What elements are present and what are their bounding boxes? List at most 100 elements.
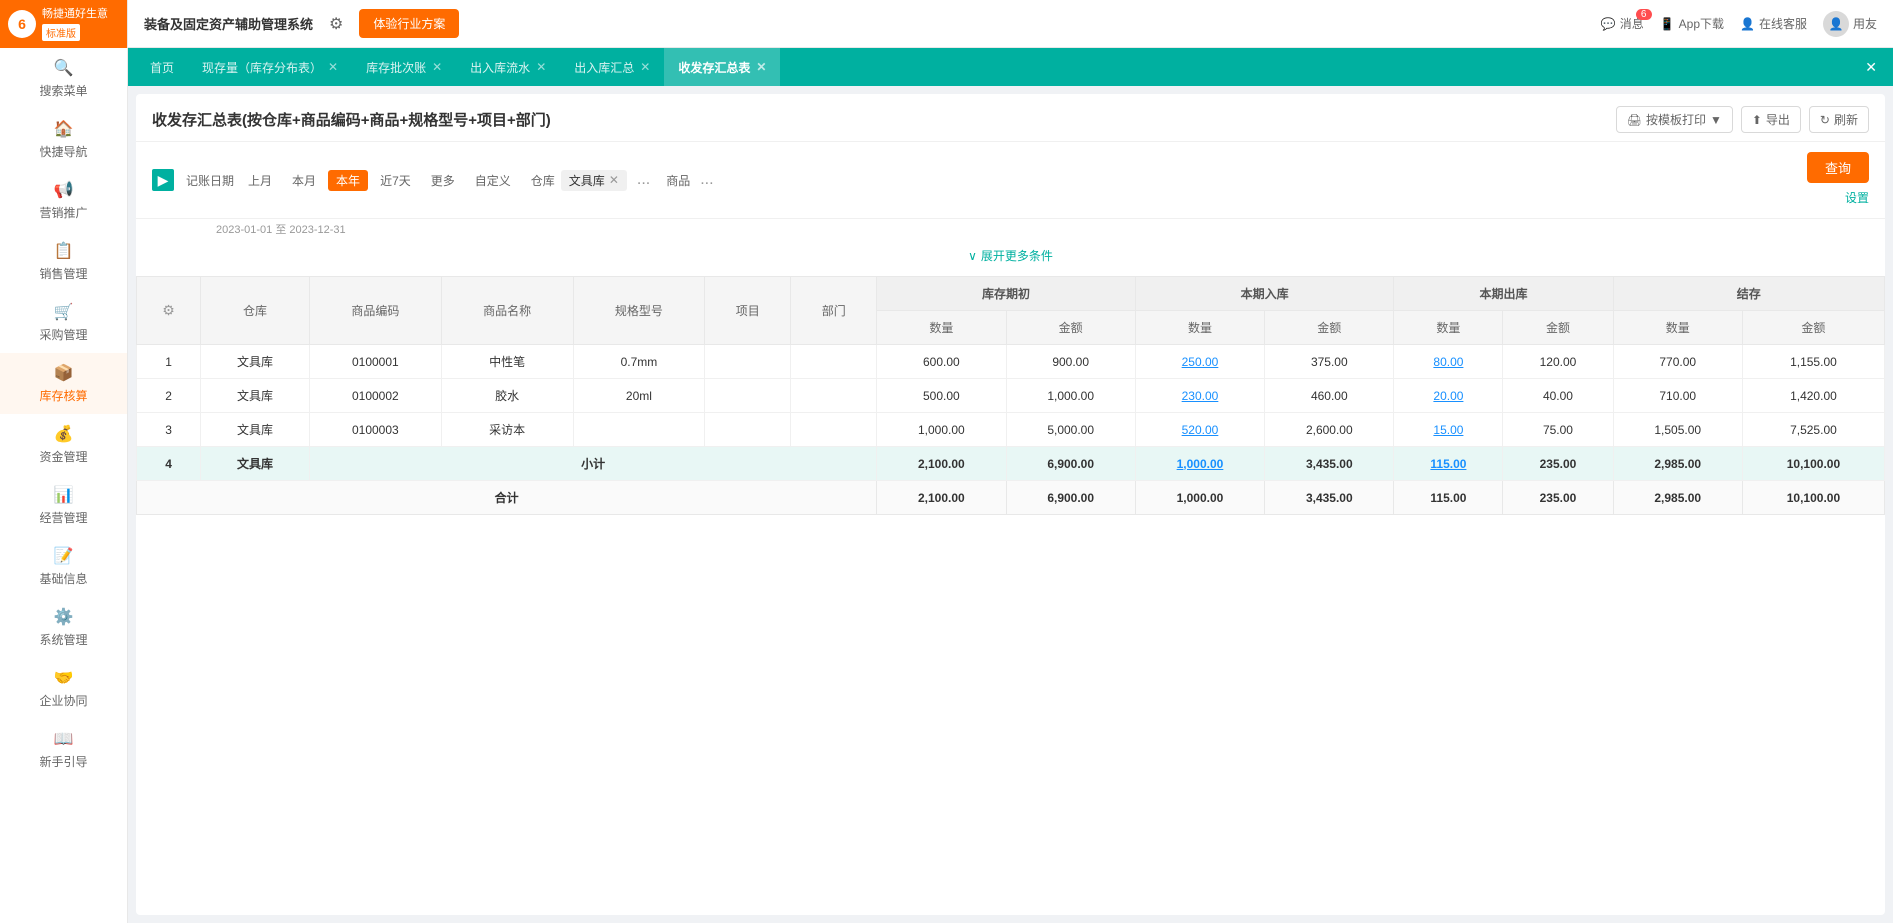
row2-project <box>705 379 791 413</box>
row2-out-qty-link[interactable]: 20.00 <box>1433 389 1463 403</box>
tab-home[interactable]: 首页 <box>136 48 188 86</box>
tab-bar-close-all[interactable]: ✕ <box>1857 59 1885 76</box>
col-closing-qty-header: 数量 <box>1613 311 1742 345</box>
sidebar-item-search[interactable]: 🔍 搜索菜单 <box>0 48 127 109</box>
row1-closing-qty: 770.00 <box>1613 345 1742 379</box>
tab-close-inventory-dist[interactable]: ✕ <box>328 60 338 74</box>
export-button[interactable]: ⬆ 导出 <box>1741 106 1801 133</box>
row1-warehouse: 文具库 <box>201 345 310 379</box>
goods-filter-group: 商品 ... <box>666 171 717 189</box>
query-button[interactable]: 查询 <box>1807 152 1869 183</box>
refresh-button[interactable]: ↻ 刷新 <box>1809 106 1869 133</box>
tab-close-receive-dispatch[interactable]: ✕ <box>756 60 766 74</box>
avatar-icon: 👤 <box>1829 17 1844 31</box>
system-title: 装备及固定资产辅助管理系统 <box>144 14 313 33</box>
experience-button[interactable]: 体验行业方案 <box>359 9 459 38</box>
tab-flow-label: 出入库流水 <box>470 59 530 76</box>
col-code-header: 商品编码 <box>309 277 441 345</box>
handshake-icon: 🤝 <box>54 668 74 688</box>
date-option-7days[interactable]: 近7天 <box>372 170 419 191</box>
message-button[interactable]: 💬 消息 6 <box>1601 15 1644 32</box>
row2-closing-amt: 1,420.00 <box>1742 379 1884 413</box>
row2-opening-amt: 1,000.00 <box>1006 379 1135 413</box>
col-in-amt-header: 金额 <box>1265 311 1394 345</box>
right-actions: 查询 设置 <box>1807 152 1869 208</box>
table-settings-icon[interactable]: ⚙ <box>137 277 201 345</box>
sidebar-item-finance[interactable]: 💰 资金管理 <box>0 414 127 475</box>
date-option-this-month[interactable]: 本月 <box>284 170 324 191</box>
expand-conditions-button[interactable]: ∨ 展开更多条件 <box>136 243 1885 268</box>
tab-inventory-dist-label: 现存量（库存分布表） <box>202 59 322 76</box>
row2-spec: 20ml <box>573 379 705 413</box>
sidebar-item-operation[interactable]: 📊 经营管理 <box>0 475 127 536</box>
col-closing-amt-header: 金额 <box>1742 311 1884 345</box>
row3-opening-qty: 1,000.00 <box>877 413 1006 447</box>
user-menu-button[interactable]: 👤 用友 <box>1823 11 1877 37</box>
table-row: 1 文具库 0100001 中性笔 0.7mm 600.00 900.00 25… <box>137 345 1885 379</box>
col-closing-header: 结存 <box>1613 277 1884 311</box>
header-right: 💬 消息 6 📱 App下载 👤 在线客服 👤 用友 <box>1601 11 1877 37</box>
date-filter-group: 记账日期 上月 本月 本年 近7天 更多 自定义 <box>186 170 519 191</box>
row3-out-qty-link[interactable]: 15.00 <box>1433 423 1463 437</box>
subtotal-out-qty-link[interactable]: 115.00 <box>1430 457 1466 471</box>
note-icon: 📝 <box>54 546 74 566</box>
sidebar-item-purchase[interactable]: 🛒 采购管理 <box>0 292 127 353</box>
print-button[interactable]: 🖨 按模板打印 ▼ <box>1616 106 1733 133</box>
sidebar-item-basic[interactable]: 📝 基础信息 <box>0 536 127 597</box>
date-option-custom[interactable]: 自定义 <box>467 170 519 191</box>
config-icon[interactable]: ⚙ <box>329 14 343 34</box>
row2-code: 0100002 <box>309 379 441 413</box>
subtotal-in-qty-link[interactable]: 1,000.00 <box>1177 457 1224 471</box>
row1-spec: 0.7mm <box>573 345 705 379</box>
date-option-last-month[interactable]: 上月 <box>240 170 280 191</box>
sidebar-item-quicknav[interactable]: 🏠 快捷导航 <box>0 109 127 170</box>
sidebar-item-guide[interactable]: 📖 新手引导 <box>0 719 127 780</box>
row1-in-qty-link[interactable]: 250.00 <box>1182 355 1219 369</box>
date-options: 上月 本月 本年 近7天 更多 自定义 <box>240 170 519 191</box>
tab-inventory-dist[interactable]: 现存量（库存分布表） ✕ <box>188 48 352 86</box>
col-spec-header: 规格型号 <box>573 277 705 345</box>
tab-close-batch[interactable]: ✕ <box>432 60 442 74</box>
filter-toggle-button[interactable]: ▶ <box>152 169 174 191</box>
row2-in-qty-link[interactable]: 230.00 <box>1182 389 1219 403</box>
subtotal-closing-amt: 10,100.00 <box>1742 447 1884 481</box>
app-download-button[interactable]: 📱 App下载 <box>1660 15 1724 32</box>
refresh-icon: ↻ <box>1820 113 1830 127</box>
date-option-more[interactable]: 更多 <box>423 170 463 191</box>
tab-close-flow[interactable]: ✕ <box>536 60 546 74</box>
sidebar-item-enterprise[interactable]: 🤝 企业协同 <box>0 658 127 719</box>
row1-in-qty: 250.00 <box>1135 345 1264 379</box>
sidebar-item-marketing[interactable]: 📢 营销推广 <box>0 170 127 231</box>
goods-more-button[interactable]: ... <box>696 171 717 189</box>
sidebar-label-quicknav: 快捷导航 <box>39 143 87 160</box>
sidebar-item-system[interactable]: ⚙️ 系统管理 <box>0 597 127 658</box>
tab-receive-dispatch[interactable]: 收发存汇总表 ✕ <box>664 48 780 86</box>
date-option-this-year[interactable]: 本年 <box>328 170 368 191</box>
money-icon: 💰 <box>54 424 74 444</box>
row1-out-qty: 80.00 <box>1394 345 1503 379</box>
warehouse-tag-close[interactable]: ✕ <box>609 173 619 187</box>
col-opening-amt-header: 金额 <box>1006 311 1135 345</box>
tab-batch[interactable]: 库存批次账 ✕ <box>352 48 456 86</box>
row1-out-qty-link[interactable]: 80.00 <box>1433 355 1463 369</box>
row3-out-amt: 75.00 <box>1503 413 1613 447</box>
gear-icon: ⚙️ <box>54 607 74 627</box>
tab-close-summary[interactable]: ✕ <box>640 60 650 74</box>
settings-link[interactable]: 设置 <box>1845 187 1869 208</box>
row1-closing-amt: 1,155.00 <box>1742 345 1884 379</box>
row3-in-qty-link[interactable]: 520.00 <box>1182 423 1219 437</box>
print-icon: 🖨 <box>1627 113 1642 127</box>
date-label: 记账日期 <box>186 172 234 189</box>
sidebar-item-sales[interactable]: 📋 销售管理 <box>0 231 127 292</box>
logo-tag: 标准版 <box>42 24 80 41</box>
tab-home-label: 首页 <box>150 59 174 76</box>
tab-flow[interactable]: 出入库流水 ✕ <box>456 48 560 86</box>
row3-in-amt: 2,600.00 <box>1265 413 1394 447</box>
sidebar-item-inventory[interactable]: 📦 库存核算 <box>0 353 127 414</box>
subtotal-closing-qty: 2,985.00 <box>1613 447 1742 481</box>
tab-summary[interactable]: 出入库汇总 ✕ <box>560 48 664 86</box>
filter-bar: ▶ 记账日期 上月 本月 本年 近7天 更多 自定义 仓库 文具库 <box>136 142 1885 219</box>
online-service-button[interactable]: 👤 在线客服 <box>1740 15 1807 32</box>
warehouse-more-button[interactable]: ... <box>633 171 654 189</box>
table-row: 2 文具库 0100002 胶水 20ml 500.00 1,000.00 23… <box>137 379 1885 413</box>
